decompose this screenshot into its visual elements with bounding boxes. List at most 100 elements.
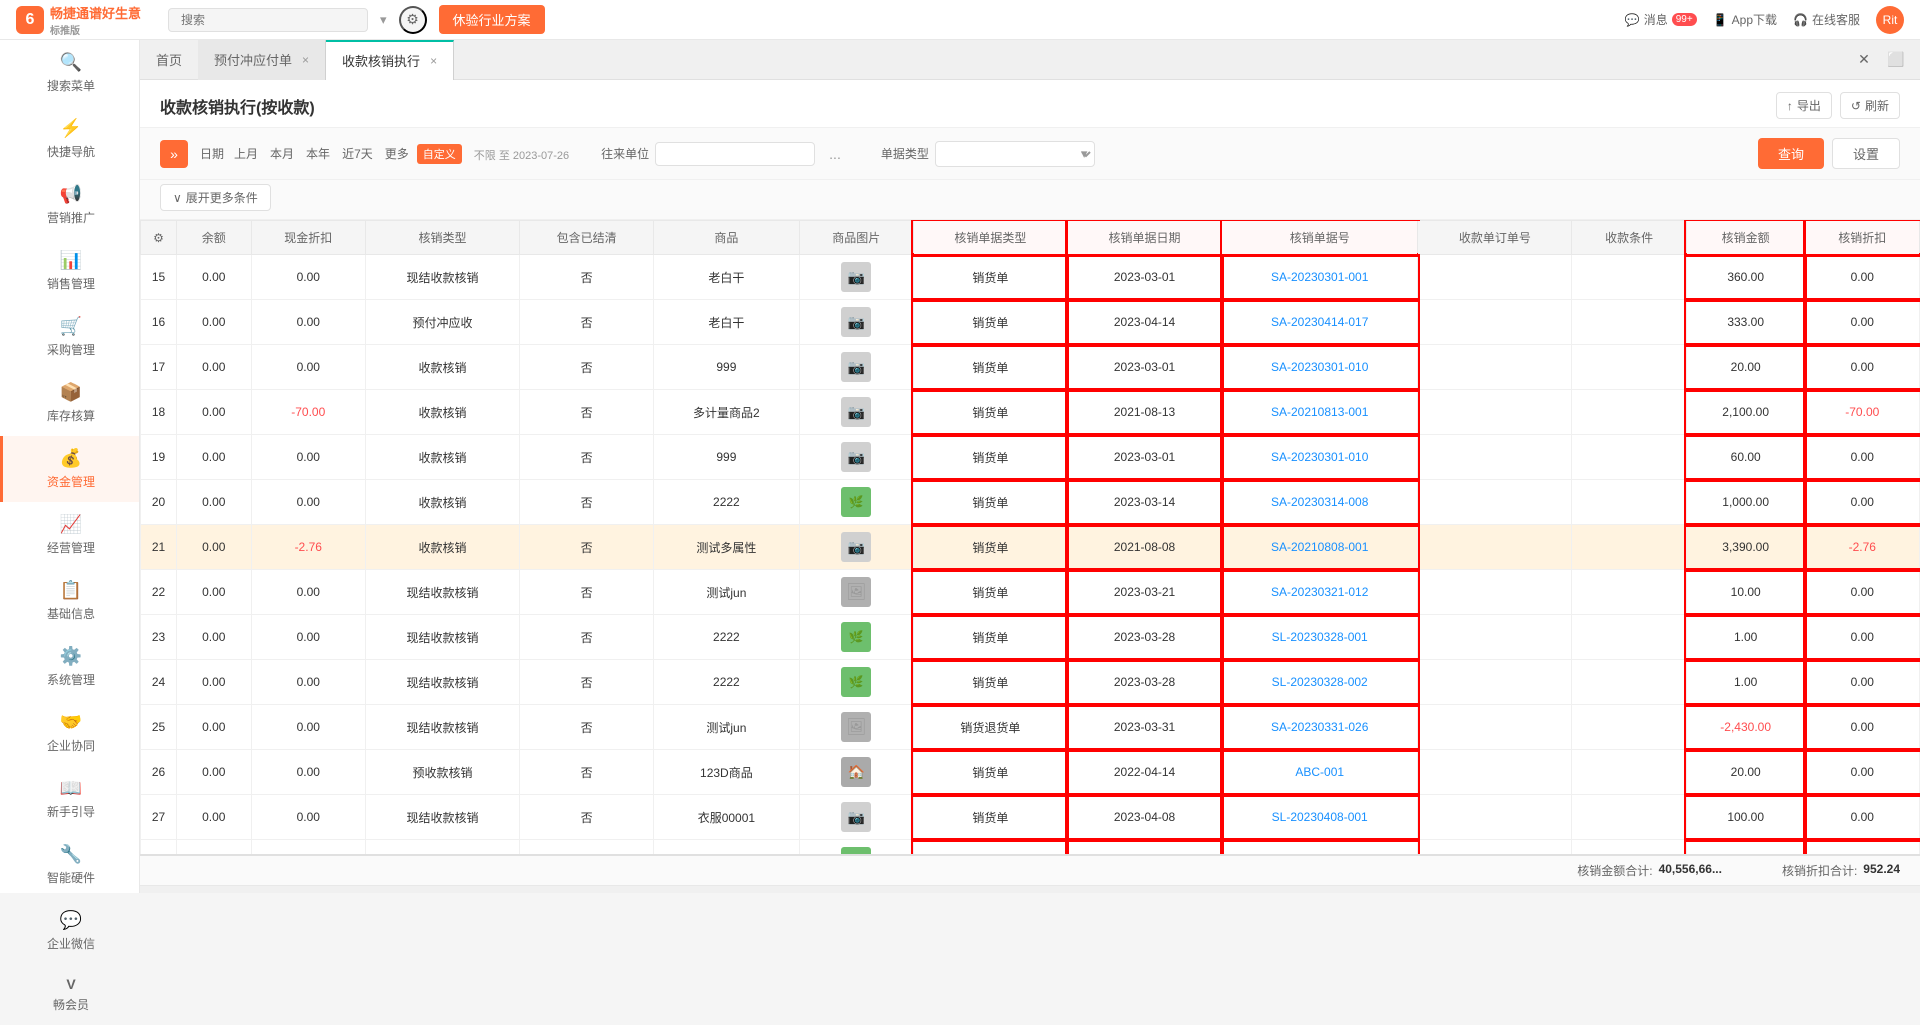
bill-no-link[interactable]: SL-20230328-001 [1272,630,1368,644]
sidebar-item-vip[interactable]: V 畅会员 [0,964,139,1025]
app-download-button[interactable]: 📱 App下载 [1713,11,1777,28]
filter-date-lastmonth[interactable]: 上月 [230,143,262,164]
message-button[interactable]: 💬 消息 99+ [1625,11,1697,28]
cell-id: 15 [141,255,177,300]
filter-date-thismonth[interactable]: 本月 [266,143,298,164]
cell-verify-amount: 1.00 [1686,660,1805,705]
tab-close-prepayment[interactable]: × [302,53,309,67]
cell-balance: 0.00 [177,750,252,795]
cell-bill-no[interactable]: SL-20230328-001 [1222,615,1418,660]
cell-goods-img: 🖼 [799,570,913,615]
sidebar-item-finance[interactable]: 💰 资金管理 [0,436,139,502]
cell-bill-no[interactable]: SL-20230408-001 [1222,795,1418,840]
horizontal-scrollbar[interactable] [140,885,1920,893]
cell-bill-date: 2023-03-01 [1067,345,1221,390]
cell-bill-no[interactable]: SA-20230301-010 [1222,435,1418,480]
cell-balance: 0.00 [177,300,252,345]
sidebar-item-baseinfo[interactable]: 📋 基础信息 [0,568,139,634]
bill-no-link[interactable]: SA-20210813-001 [1271,405,1368,419]
bill-no-link[interactable]: SA-20230414-017 [1271,315,1368,329]
cell-receipt-order [1418,255,1572,300]
message-badge: 99+ [1672,13,1697,26]
filter-date-label: 日期 [200,145,224,162]
filter-date-more[interactable]: 更多 [381,143,413,164]
col-settings[interactable]: ⚙ [141,221,177,255]
maximize-button[interactable]: ⬜ [1884,48,1908,72]
bill-no-link[interactable]: SA-20230301-001 [1271,270,1368,284]
cell-bill-no[interactable]: SA-20230301-001 [1222,255,1418,300]
cell-bill-no[interactable]: SA-20210813-001 [1222,390,1418,435]
filter-date-custom[interactable]: 自定义 [417,144,462,164]
query-button[interactable]: 查询 [1758,138,1824,169]
cell-verify-discount: 0.00 [1805,255,1919,300]
sidebar-item-operations[interactable]: 📈 经营管理 [0,502,139,568]
cell-bill-no[interactable]: SA-20230301-010 [1222,345,1418,390]
filter-type-select[interactable] [935,141,1095,167]
sidebar-item-sales[interactable]: 📊 销售管理 [0,238,139,304]
cell-bill-no[interactable]: SA-20230314-008 [1222,480,1418,525]
cell-bill-type: 销货单 [913,840,1067,855]
bill-no-link[interactable]: ABC-001 [1295,765,1344,779]
tab-prepayment[interactable]: 预付冲应付单 × [198,40,326,80]
tab-verification[interactable]: 收款核销执行 × [326,40,454,80]
sidebar-item-hardware[interactable]: 🔧 智能硬件 [0,832,139,898]
cell-verify-discount: 0.00 [1805,705,1919,750]
bill-no-link[interactable]: SL-20230328-002 [1272,675,1368,689]
sidebar-item-search[interactable]: 🔍 搜索菜单 [0,40,139,106]
sidebar-item-marketing[interactable]: 📢 营销推广 [0,172,139,238]
bill-no-link[interactable]: SA-20230301-010 [1271,360,1368,374]
bill-no-link[interactable]: SA-20210808-001 [1271,540,1368,554]
sidebar-item-quicknav[interactable]: ⚡ 快捷导航 [0,106,139,172]
cell-verify-amount: 1.00 [1686,615,1805,660]
filter-date-thisyear[interactable]: 本年 [302,143,334,164]
export-button[interactable]: ↑ 导出 [1776,92,1832,119]
filter-type-group: 单据类型 ▾ [881,141,1088,167]
cell-bill-no[interactable]: SL-20230418-001 [1222,840,1418,855]
cell-balance: 0.00 [177,390,252,435]
cell-bill-no[interactable]: SA-20230321-012 [1222,570,1418,615]
cell-goods-img: 🏠 [799,750,913,795]
bill-no-link[interactable]: SA-20230331-026 [1271,720,1368,734]
sidebar-item-inventory[interactable]: 📦 库存核算 [0,370,139,436]
sidebar-label-purchase: 采购管理 [47,341,95,358]
sidebar-item-guide[interactable]: 📖 新手引导 [0,766,139,832]
cell-bill-date: 2023-03-01 [1067,435,1221,480]
sidebar-item-system[interactable]: ⚙️ 系统管理 [0,634,139,700]
cell-bill-no[interactable]: SA-20210808-001 [1222,525,1418,570]
cell-balance: 0.00 [177,255,252,300]
industry-button[interactable]: 休验行业方案 [439,5,545,34]
table-container[interactable]: ⚙ 余额 现金折扣 核销类型 包含已结清 商品 商品图片 核销单据类型 核销单据… [140,220,1920,854]
refresh-button[interactable]: ↺ 刷新 [1840,92,1900,119]
set-button[interactable]: 设置 [1832,138,1900,169]
page-content: 收款核销执行(按收款) ↑ 导出 ↺ 刷新 » [140,80,1920,893]
filter-expand-button[interactable]: » [160,140,188,168]
sidebar-item-wechat[interactable]: 💬 企业微信 [0,898,139,964]
cell-verify-discount: 0.00 [1805,480,1919,525]
cell-bill-no[interactable]: SA-20230331-026 [1222,705,1418,750]
app-name: 畅捷通谱好生意 [50,3,141,22]
sidebar-item-purchase[interactable]: 🛒 采购管理 [0,304,139,370]
online-service-button[interactable]: 🎧 在线客服 [1793,11,1860,28]
bill-no-link[interactable]: SA-20230321-012 [1271,585,1368,599]
bill-no-link[interactable]: SA-20230314-008 [1271,495,1368,509]
filter-date-7days[interactable]: 近7天 [338,143,377,164]
bill-no-link[interactable]: SA-20230301-010 [1271,450,1368,464]
filter-unit-input[interactable] [655,142,815,166]
tab-close-verification[interactable]: × [430,54,437,68]
cell-bill-no[interactable]: SL-20230328-002 [1222,660,1418,705]
cell-bill-no[interactable]: SA-20230414-017 [1222,300,1418,345]
tab-home[interactable]: 首页 [140,40,198,80]
close-tab-button[interactable]: ✕ [1852,48,1876,72]
expand-more-button[interactable]: ∨ 展开更多条件 [160,184,271,211]
footer-total-amount-value: 40,556,66... [1659,862,1722,879]
user-avatar[interactable]: Rit [1876,6,1904,34]
sidebar-label-inventory: 库存核算 [47,407,95,424]
cell-bill-no[interactable]: ABC-001 [1222,750,1418,795]
gear-button[interactable]: ⚙ [399,6,427,34]
search-input[interactable] [168,8,368,32]
cell-receipt-condition [1572,480,1686,525]
sidebar-item-cooperation[interactable]: 🤝 企业协同 [0,700,139,766]
cell-goods-img: 📷 [799,390,913,435]
bill-no-link[interactable]: SL-20230408-001 [1272,810,1368,824]
sidebar-label-sales: 销售管理 [47,275,95,292]
